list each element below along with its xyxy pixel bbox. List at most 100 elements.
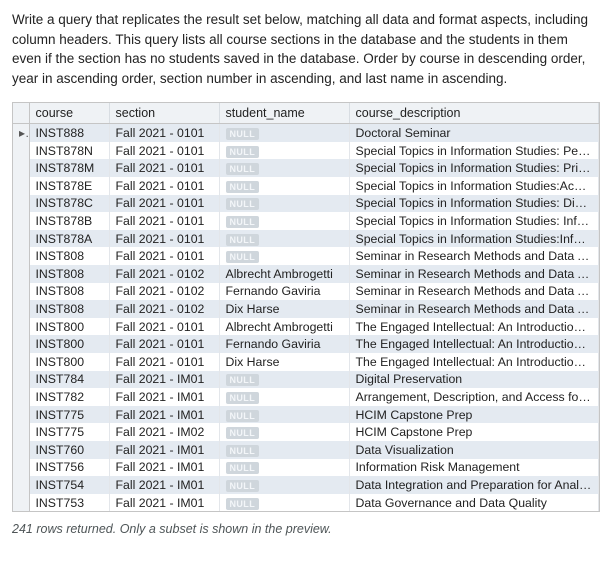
null-pill: NULL (226, 480, 260, 492)
cell-course: INST808 (29, 265, 109, 283)
table-row[interactable]: INST784Fall 2021 - IM01NULLDigital Prese… (13, 371, 599, 389)
cell-section: Fall 2021 - IM01 (109, 494, 219, 512)
cell-course: INST808 (29, 247, 109, 265)
cell-course: INST878C (29, 195, 109, 213)
row-marker (13, 476, 29, 494)
row-marker (13, 494, 29, 512)
col-student[interactable]: student_name (219, 103, 349, 124)
col-section[interactable]: section (109, 103, 219, 124)
table-row[interactable]: INST800Fall 2021 - 0101Fernando GaviriaT… (13, 335, 599, 353)
cell-section: Fall 2021 - 0101 (109, 318, 219, 336)
table-row[interactable]: ▸INST888Fall 2021 - 0101NULLDoctoral Sem… (13, 124, 599, 142)
null-pill: NULL (226, 374, 260, 386)
table-row[interactable]: INST878AFall 2021 - 0101NULLSpecial Topi… (13, 230, 599, 248)
cell-course: INST808 (29, 283, 109, 301)
cell-student: NULL (219, 247, 349, 265)
cell-student: NULL (219, 212, 349, 230)
row-marker (13, 423, 29, 441)
null-pill: NULL (226, 392, 260, 404)
cell-student: Dix Harse (219, 353, 349, 371)
table-row[interactable]: INST782Fall 2021 - IM01NULLArrangement, … (13, 388, 599, 406)
null-pill: NULL (226, 498, 260, 510)
cell-section: Fall 2021 - 0102 (109, 300, 219, 318)
table-row[interactable]: INST878EFall 2021 - 0101NULLSpecial Topi… (13, 177, 599, 195)
cell-course: INST878A (29, 230, 109, 248)
table-row[interactable]: INST878NFall 2021 - 0101 NULL Special Topi… (13, 142, 599, 160)
row-marker (13, 142, 29, 160)
cell-description: Seminar in Research Methods and Data Ana… (349, 283, 599, 301)
cell-section: Fall 2021 - IM01 (109, 371, 219, 389)
table-row[interactable]: INST878BFall 2021 - 0101NULLSpecial Topi… (13, 212, 599, 230)
row-marker: ▸ (13, 124, 29, 142)
cell-student: NULL (219, 406, 349, 424)
cell-description: Special Topics in Information Studies: P… (349, 159, 599, 177)
cell-student: Fernando Gaviria (219, 283, 349, 301)
table-row[interactable]: INST775Fall 2021 - IM02NULLHCIM Capstone… (13, 423, 599, 441)
cell-description: Data Integration and Preparation for Ana… (349, 476, 599, 494)
cell-student: NULL (219, 423, 349, 441)
cell-description: Special Topics in Information Studies: I… (349, 212, 599, 230)
null-pill: NULL (226, 251, 260, 263)
cell-section: Fall 2021 - 0102 (109, 265, 219, 283)
cell-description: Special Topics in Information Studies: D… (349, 195, 599, 213)
cell-course: INST754 (29, 476, 109, 494)
cell-description: The Engaged Intellectual: An Introductio… (349, 353, 599, 371)
cell-description: Doctoral Seminar (349, 124, 599, 142)
cell-student: NULL (219, 177, 349, 195)
cell-section: Fall 2021 - IM01 (109, 441, 219, 459)
table-row[interactable]: INST760Fall 2021 - IM01NULLData Visualiz… (13, 441, 599, 459)
cell-student: Albrecht Ambrogetti (219, 318, 349, 336)
cell-section: Fall 2021 - IM02 (109, 423, 219, 441)
table-row[interactable]: INST800Fall 2021 - 0101Albrecht Ambroget… (13, 318, 599, 336)
cell-section: Fall 2021 - 0101 (109, 159, 219, 177)
cell-description: HCIM Capstone Prep (349, 423, 599, 441)
cell-student: NULL (219, 142, 349, 160)
cell-section: Fall 2021 - 0101 (109, 142, 219, 160)
cell-course: INST808 (29, 300, 109, 318)
cell-student: NULL (219, 388, 349, 406)
null-pill: NULL (226, 234, 260, 246)
row-marker (13, 177, 29, 195)
cell-description: Data Visualization (349, 441, 599, 459)
cell-section: Fall 2021 - IM01 (109, 459, 219, 477)
table-row[interactable]: INST756Fall 2021 - IM01NULLInformation R… (13, 459, 599, 477)
row-marker (13, 441, 29, 459)
table-row[interactable]: INST878MFall 2021 - 0101 NULL Special Topi… (13, 159, 599, 177)
null-pill: NULL (226, 198, 260, 210)
cell-course: INST878B (29, 212, 109, 230)
cell-course: INST760 (29, 441, 109, 459)
cell-course: INST878M (29, 159, 109, 177)
row-marker (13, 300, 29, 318)
col-course[interactable]: course (29, 103, 109, 124)
cell-description: Seminar in Research Methods and Data Ana… (349, 265, 599, 283)
table-row[interactable]: INST808Fall 2021 - 0102Dix HarseSeminar … (13, 300, 599, 318)
row-marker-header (13, 103, 29, 124)
table-row[interactable]: INST878CFall 2021 - 0101NULLSpecial Topi… (13, 195, 599, 213)
cell-description: Digital Preservation (349, 371, 599, 389)
cell-section: Fall 2021 - 0101 (109, 230, 219, 248)
cell-section: Fall 2021 - 0101 (109, 177, 219, 195)
row-marker (13, 283, 29, 301)
table-row[interactable]: INST808Fall 2021 - 0102Fernando GaviriaS… (13, 283, 599, 301)
cell-course: INST800 (29, 335, 109, 353)
cell-student: Albrecht Ambrogetti (219, 265, 349, 283)
cell-course: INST753 (29, 494, 109, 512)
cell-course: INST878N (29, 142, 109, 160)
col-description[interactable]: course_description (349, 103, 599, 124)
table-row[interactable]: INST800Fall 2021 - 0101Dix HarseThe Enga… (13, 353, 599, 371)
null-pill: NULL (226, 216, 260, 228)
table-row[interactable]: INST754Fall 2021 - IM01NULLData Integrat… (13, 476, 599, 494)
cell-section: Fall 2021 - 0101 (109, 124, 219, 142)
table-row[interactable]: INST808Fall 2021 - 0102Albrecht Ambroget… (13, 265, 599, 283)
cell-student: NULL (219, 159, 349, 177)
null-pill: NULL (226, 146, 260, 158)
table-row[interactable]: INST808Fall 2021 - 0101NULLSeminar in Re… (13, 247, 599, 265)
cell-course: INST775 (29, 423, 109, 441)
null-pill: NULL (226, 163, 260, 175)
table-row[interactable]: INST775Fall 2021 - IM01NULLHCIM Capstone… (13, 406, 599, 424)
cell-course: INST756 (29, 459, 109, 477)
row-marker (13, 371, 29, 389)
table-row[interactable]: INST753Fall 2021 - IM01NULLData Governan… (13, 494, 599, 512)
row-marker (13, 265, 29, 283)
cell-description: Special Topics in Information Studies: P… (349, 142, 599, 160)
